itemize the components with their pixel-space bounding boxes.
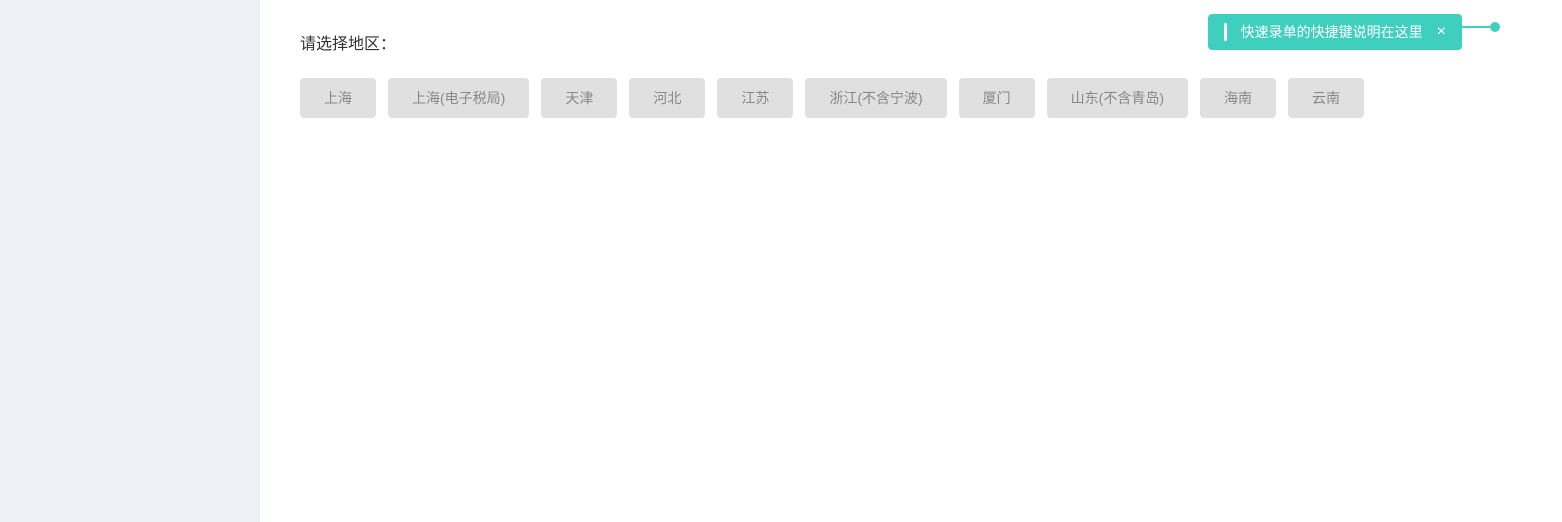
region-button-zhejiang[interactable]: 浙江(不含宁波) [805, 78, 946, 118]
tooltip-close-button[interactable]: × [1437, 24, 1446, 40]
tooltip-text: 快速录单的快捷键说明在这里 [1241, 22, 1423, 42]
region-button-xiamen[interactable]: 厦门 [959, 78, 1035, 118]
main-content: 请选择地区： 上海上海(电子税局)天津河北江苏浙江(不含宁波)厦门山东(不含青岛… [260, 0, 1562, 522]
sidebar [0, 0, 260, 522]
tooltip-banner: 快速录单的快捷键说明在这里 × [1208, 14, 1462, 50]
tooltip-connector-dot [1490, 22, 1500, 32]
region-button-yunnan[interactable]: 云南 [1288, 78, 1364, 118]
region-button-shanghai-etax[interactable]: 上海(电子税局) [388, 78, 529, 118]
region-button-jiangsu[interactable]: 江苏 [717, 78, 793, 118]
region-button-hainan[interactable]: 海南 [1200, 78, 1276, 118]
region-button-tianjin[interactable]: 天津 [541, 78, 617, 118]
region-buttons-container: 上海上海(电子税局) 天津河北江苏浙江(不含宁波) 厦门山东(不含青岛) 海南云南 [300, 78, 1522, 118]
tooltip-connector-line [1462, 26, 1490, 28]
region-button-shandong[interactable]: 山东(不含青岛) [1047, 78, 1188, 118]
region-button-hebei[interactable]: 河北 [629, 78, 705, 118]
region-button-shanghai[interactable]: 上海 [300, 78, 376, 118]
